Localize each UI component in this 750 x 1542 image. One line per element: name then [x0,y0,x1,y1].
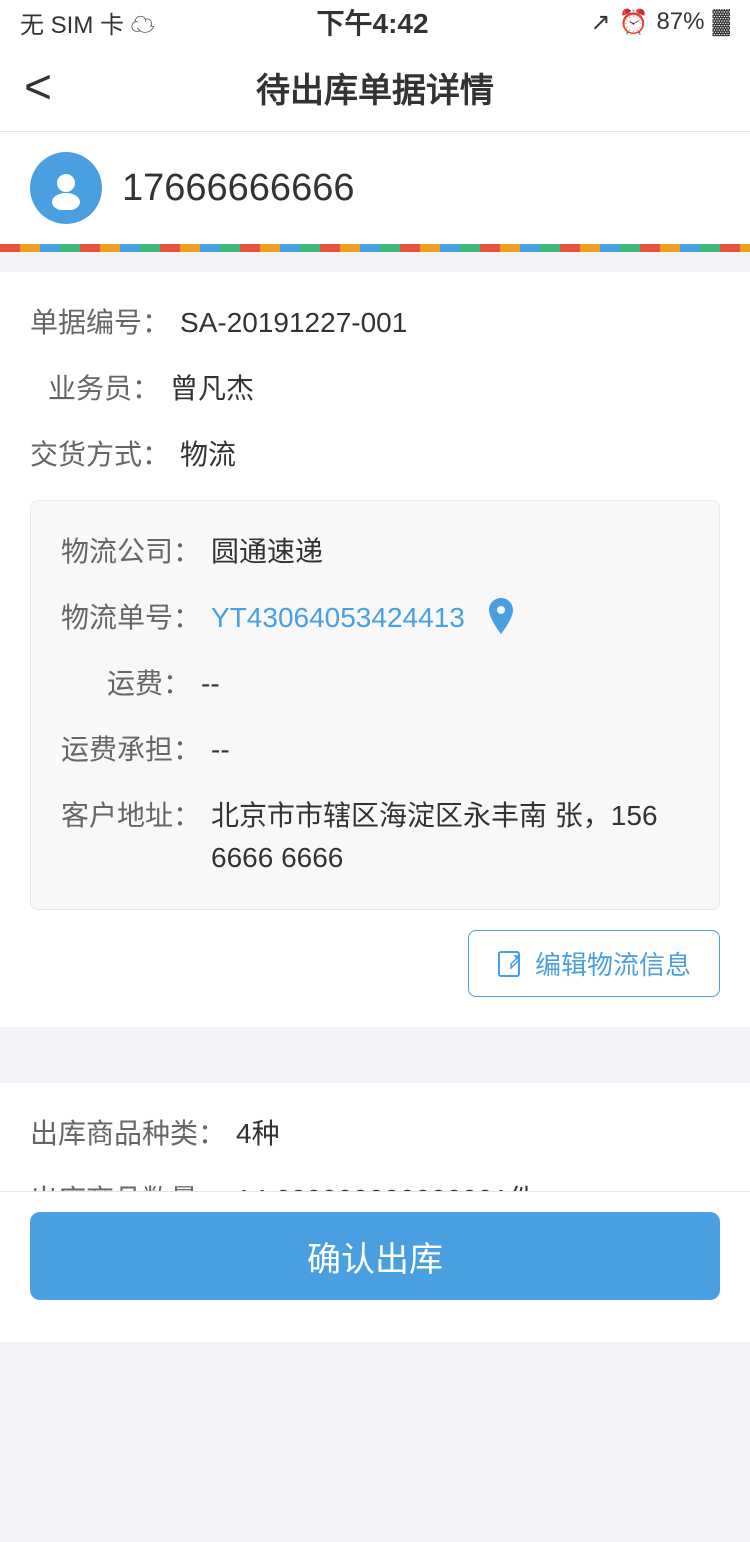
edit-icon [497,950,525,978]
tracking-value-row: YT43064053424413 [211,597,521,639]
address-value: 北京市市辖区海淀区永丰南 张，156 6666 6666 [211,795,689,879]
tracking-number-value: YT43064053424413 [211,597,465,639]
bottom-area: 确认出库 [0,1191,750,1334]
status-right: ↗ ⏰ 87% ▓ [590,8,730,37]
logistics-company-row: 物流公司： 圆通速递 [61,531,689,573]
battery-icon: ▓ [712,8,730,36]
confirm-button[interactable]: 确认出库 [30,1212,720,1300]
salesperson-row: 业务员： 曾凡杰 [30,368,720,410]
basic-info-section: 单据编号： SA-20191227-001 业务员： 曾凡杰 交货方式： 物流 … [0,272,750,1027]
goods-types-value: 4种 [236,1113,720,1155]
freight-bear-value: -- [211,729,689,771]
logistics-company-value: 圆通速递 [211,531,689,573]
freight-row: 运费： -- [61,663,689,705]
salesperson-value: 曾凡杰 [170,368,720,410]
tracking-number-row: 物流单号： YT43064053424413 [61,597,689,639]
document-number-row: 单据编号： SA-20191227-001 [30,302,720,344]
edit-logistics-button[interactable]: 编辑物流信息 [468,930,720,997]
document-number-value: SA-20191227-001 [180,302,720,344]
location-icon: ↗ [590,8,610,37]
document-number-label: 单据编号： [30,302,180,344]
freight-bear-label: 运费承担： [61,729,211,771]
status-left: 无 SIM 卡 ☁ [20,5,155,40]
status-time: 下午4:42 [317,2,429,42]
status-bar: 无 SIM 卡 ☁ 下午4:42 ↗ ⏰ 87% ▓ [0,0,750,44]
avatar [30,152,102,224]
salesperson-label: 业务员： [30,368,170,410]
confirm-button-label: 确认出库 [307,1232,443,1281]
freight-bear-row: 运费承担： -- [61,729,689,771]
logistics-company-label: 物流公司： [61,531,211,573]
section-divider [0,1047,750,1063]
tracking-number-label: 物流单号： [61,597,211,639]
customer-phone: 17666666666 [122,167,354,210]
address-row: 客户地址： 北京市市辖区海淀区永丰南 张，156 6666 6666 [61,795,689,879]
delivery-row: 交货方式： 物流 [30,434,720,476]
page-title: 待出库单据详情 [256,63,494,112]
location-pin-icon [481,598,521,638]
freight-label: 运费： [61,663,201,705]
battery-text: 87% [656,8,704,36]
rainbow-divider [0,244,750,252]
back-icon: < [24,60,52,115]
sim-status: 无 SIM 卡 ☁ [20,5,155,40]
logistics-box: 物流公司： 圆通速递 物流单号： YT43064053424413 运费： --… [30,500,720,910]
goods-types-row: 出库商品种类： 4种 [30,1113,720,1155]
alarm-icon: ⏰ [619,8,649,37]
address-label: 客户地址： [61,795,211,837]
nav-bar: < 待出库单据详情 [0,44,750,132]
delivery-value: 物流 [180,434,720,476]
delivery-label: 交货方式： [30,434,180,476]
edit-logistics-label: 编辑物流信息 [535,945,691,982]
edit-button-row: 编辑物流信息 [30,930,720,997]
customer-header: 17666666666 [0,132,750,244]
back-button[interactable]: < [24,60,52,115]
freight-value: -- [201,663,689,705]
goods-types-label: 出库商品种类： [30,1113,236,1155]
